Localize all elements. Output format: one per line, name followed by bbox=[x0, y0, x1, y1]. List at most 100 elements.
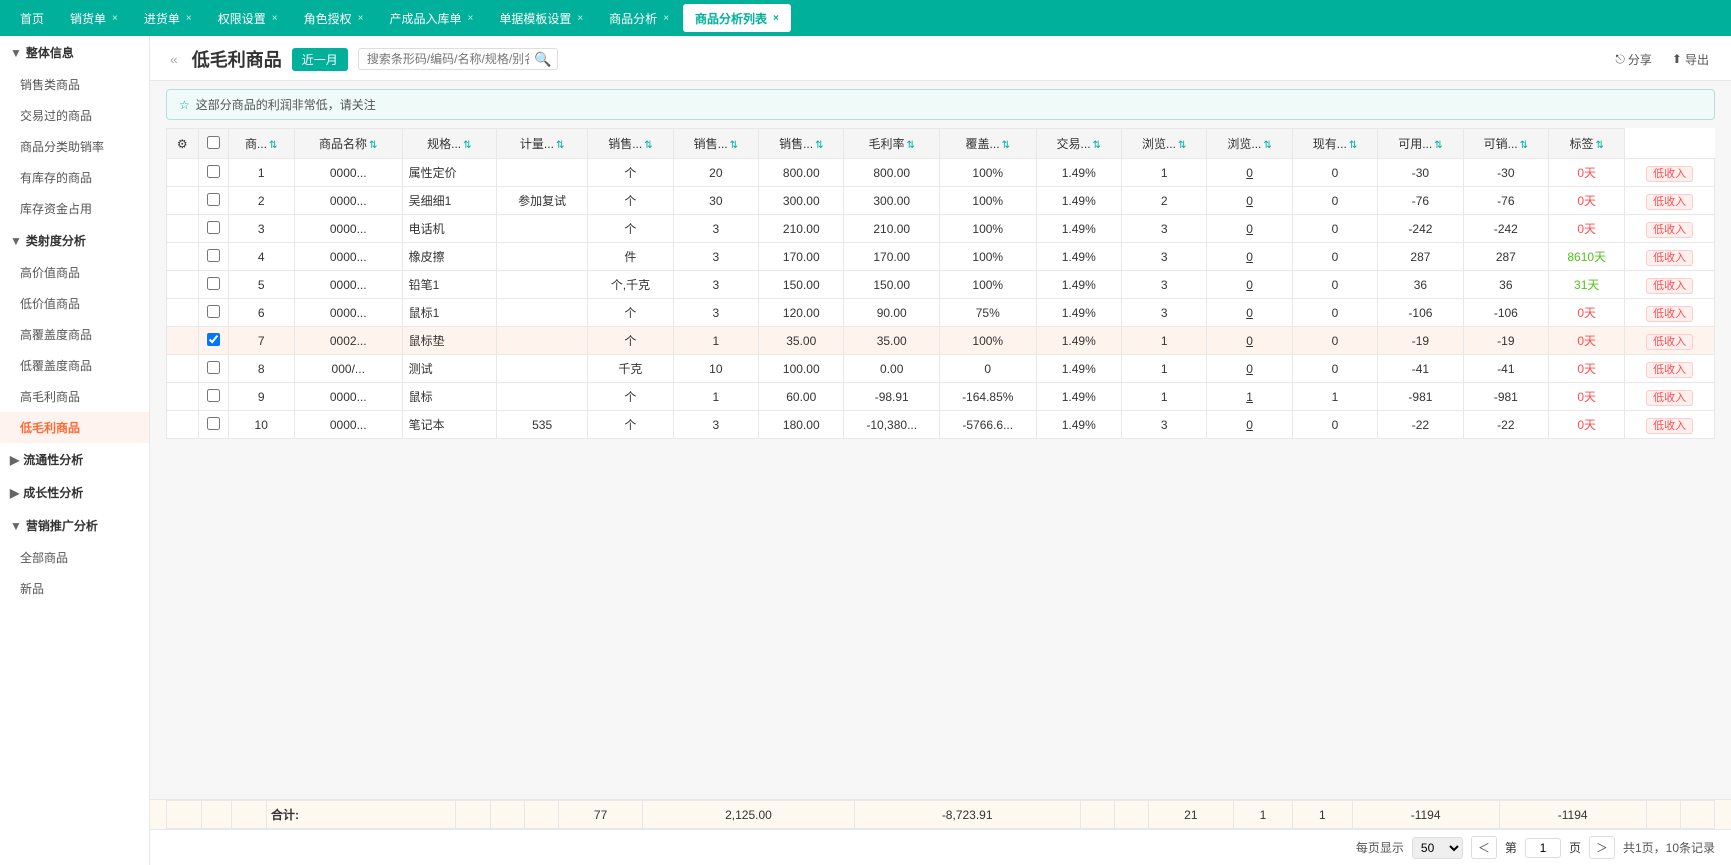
page-size-select[interactable]: 50 100 bbox=[1412, 837, 1463, 859]
row-current-stock: -242 bbox=[1378, 215, 1463, 243]
row-checkbox[interactable] bbox=[198, 327, 228, 355]
col-sale-qty[interactable]: 销售...⇅ bbox=[588, 129, 673, 159]
row-sale-amount: 35.00 bbox=[844, 327, 939, 355]
col-current-stock[interactable]: 现有...⇅ bbox=[1292, 129, 1377, 159]
col-sellable-days[interactable]: 可销...⇅ bbox=[1463, 129, 1548, 159]
sidebar-item-low-value[interactable]: 低价值商品 bbox=[0, 288, 149, 319]
row-checkbox[interactable] bbox=[198, 187, 228, 215]
sidebar-item-sales-goods[interactable]: 销售类商品 bbox=[0, 69, 149, 100]
sidebar-item-stock-goods[interactable]: 有库存的商品 bbox=[0, 162, 149, 193]
sidebar-item-all-goods[interactable]: 全部商品 bbox=[0, 542, 149, 573]
table-container[interactable]: ⚙ 商...⇅ 商品名称⇅ 规格...⇅ 计量...⇅ 销售...⇅ 销售...… bbox=[150, 128, 1731, 799]
row-checkbox[interactable] bbox=[198, 355, 228, 383]
row-trade-count: 1 bbox=[1121, 383, 1206, 411]
col-browse1[interactable]: 浏览...⇅ bbox=[1121, 129, 1206, 159]
row-browse1[interactable]: 0 bbox=[1207, 215, 1292, 243]
nav-permission-close[interactable]: × bbox=[272, 13, 278, 24]
page-number-input[interactable] bbox=[1525, 838, 1561, 858]
table-row: 4 0000... 橡皮擦 件 3 170.00 170.00 100% 1.4… bbox=[167, 243, 1715, 271]
row-checkbox[interactable] bbox=[198, 243, 228, 271]
select-all-checkbox[interactable] bbox=[207, 136, 220, 149]
row-browse1[interactable]: 0 bbox=[1207, 243, 1292, 271]
col-checkbox[interactable] bbox=[198, 129, 228, 159]
row-num: 5 bbox=[228, 271, 294, 299]
nav-purchase[interactable]: 进货单 × bbox=[132, 4, 204, 32]
row-browse1[interactable]: 0 bbox=[1207, 411, 1292, 439]
col-trade-count[interactable]: 交易...⇅ bbox=[1036, 129, 1121, 159]
row-current-stock: -19 bbox=[1378, 327, 1463, 355]
row-browse1[interactable]: 0 bbox=[1207, 187, 1292, 215]
col-name[interactable]: 商品名称⇅ bbox=[294, 129, 402, 159]
row-browse1[interactable]: 0 bbox=[1207, 299, 1292, 327]
row-num: 2 bbox=[228, 187, 294, 215]
sidebar-item-traded-goods[interactable]: 交易过的商品 bbox=[0, 100, 149, 131]
nav-product-stock[interactable]: 产成品入库单 × bbox=[377, 4, 485, 32]
row-coverage: 1.49% bbox=[1036, 355, 1121, 383]
row-coverage: 1.49% bbox=[1036, 215, 1121, 243]
search-input[interactable] bbox=[358, 48, 558, 70]
col-browse2[interactable]: 浏览...⇅ bbox=[1207, 129, 1292, 159]
prev-page-btn[interactable]: ＜ bbox=[1471, 836, 1497, 859]
nav-sales-close[interactable]: × bbox=[112, 13, 118, 24]
row-browse1[interactable]: 0 bbox=[1207, 271, 1292, 299]
col-sale-price[interactable]: 销售...⇅ bbox=[673, 129, 758, 159]
row-checkbox[interactable] bbox=[198, 299, 228, 327]
row-browse1[interactable]: 1 bbox=[1207, 383, 1292, 411]
row-browse1[interactable]: 0 bbox=[1207, 327, 1292, 355]
nav-role[interactable]: 角色授权 × bbox=[292, 4, 376, 32]
next-page-btn[interactable]: ＞ bbox=[1589, 836, 1615, 859]
sidebar-item-capital[interactable]: 库存资金占用 bbox=[0, 193, 149, 224]
share-btn[interactable]: ⎋ 分享 bbox=[1609, 48, 1658, 71]
time-filter-btn[interactable]: 近一月 bbox=[292, 48, 348, 71]
sidebar-group-flow[interactable]: ▶ 流通性分析 bbox=[0, 443, 149, 476]
nav-goods-list-close[interactable]: × bbox=[773, 13, 779, 24]
col-code[interactable]: 商...⇅ bbox=[228, 129, 294, 159]
totals-browse1: 1 bbox=[1233, 801, 1292, 829]
sidebar-group-marketing[interactable]: ▼ 营销推广分析 bbox=[0, 509, 149, 542]
table-row: 3 0000... 电话机 个 3 210.00 210.00 100% 1.4… bbox=[167, 215, 1715, 243]
sidebar-group-growth[interactable]: ▶ 成长性分析 bbox=[0, 476, 149, 509]
row-checkbox[interactable] bbox=[198, 411, 228, 439]
row-sellable-days: 0天 bbox=[1549, 327, 1625, 355]
row-browse1[interactable]: 0 bbox=[1207, 159, 1292, 187]
row-browse2: 0 bbox=[1292, 355, 1377, 383]
nav-template[interactable]: 单据模板设置 × bbox=[487, 4, 595, 32]
totals-browse2: 1 bbox=[1293, 801, 1352, 829]
sidebar-group-overall[interactable]: ▼ 整体信息 bbox=[0, 36, 149, 69]
export-btn[interactable]: ⬆ 导出 bbox=[1666, 48, 1715, 71]
nav-template-close[interactable]: × bbox=[577, 13, 583, 24]
col-tag[interactable]: 标签⇅ bbox=[1549, 129, 1625, 159]
col-available-stock[interactable]: 可用...⇅ bbox=[1378, 129, 1463, 159]
col-sale-amount[interactable]: 销售...⇅ bbox=[759, 129, 844, 159]
nav-goods-analysis-close[interactable]: × bbox=[663, 13, 669, 24]
nav-home[interactable]: 首页 bbox=[8, 4, 56, 32]
sidebar-item-high-value[interactable]: 高价值商品 bbox=[0, 257, 149, 288]
row-checkbox[interactable] bbox=[198, 271, 228, 299]
nav-role-close[interactable]: × bbox=[358, 13, 364, 24]
sidebar-item-high-margin[interactable]: 高毛利商品 bbox=[0, 381, 149, 412]
nav-permission[interactable]: 权限设置 × bbox=[206, 4, 290, 32]
sidebar-item-low-coverage[interactable]: 低覆盖度商品 bbox=[0, 350, 149, 381]
sidebar-item-low-margin[interactable]: 低毛利商品 bbox=[0, 412, 149, 443]
col-gross-margin[interactable]: 毛利率⇅ bbox=[844, 129, 939, 159]
nav-goods-analysis-list[interactable]: 商品分析列表 × bbox=[683, 4, 791, 32]
nav-goods-analysis[interactable]: 商品分析 × bbox=[597, 4, 681, 32]
nav-purchase-close[interactable]: × bbox=[186, 13, 192, 24]
sidebar-item-new-goods[interactable]: 新品 bbox=[0, 573, 149, 604]
collapse-sidebar-btn[interactable]: « bbox=[166, 51, 182, 67]
col-unit[interactable]: 计量...⇅ bbox=[497, 129, 588, 159]
sidebar-group-analysis[interactable]: ▼ 类射度分析 bbox=[0, 224, 149, 257]
nav-sales[interactable]: 销货单 × bbox=[58, 4, 130, 32]
search-icon[interactable]: 🔍 bbox=[534, 51, 551, 68]
nav-product-stock-close[interactable]: × bbox=[467, 13, 473, 24]
sidebar-item-high-coverage[interactable]: 高覆盖度商品 bbox=[0, 319, 149, 350]
row-checkbox[interactable] bbox=[198, 383, 228, 411]
col-spec[interactable]: 规格...⇅ bbox=[402, 129, 496, 159]
row-current-stock: -76 bbox=[1378, 187, 1463, 215]
row-checkbox[interactable] bbox=[198, 159, 228, 187]
row-checkbox[interactable] bbox=[198, 215, 228, 243]
sidebar-item-category-rate[interactable]: 商品分类助销率 bbox=[0, 131, 149, 162]
col-settings[interactable]: ⚙ bbox=[167, 129, 199, 159]
row-browse1[interactable]: 0 bbox=[1207, 355, 1292, 383]
col-coverage[interactable]: 覆盖...⇅ bbox=[939, 129, 1036, 159]
